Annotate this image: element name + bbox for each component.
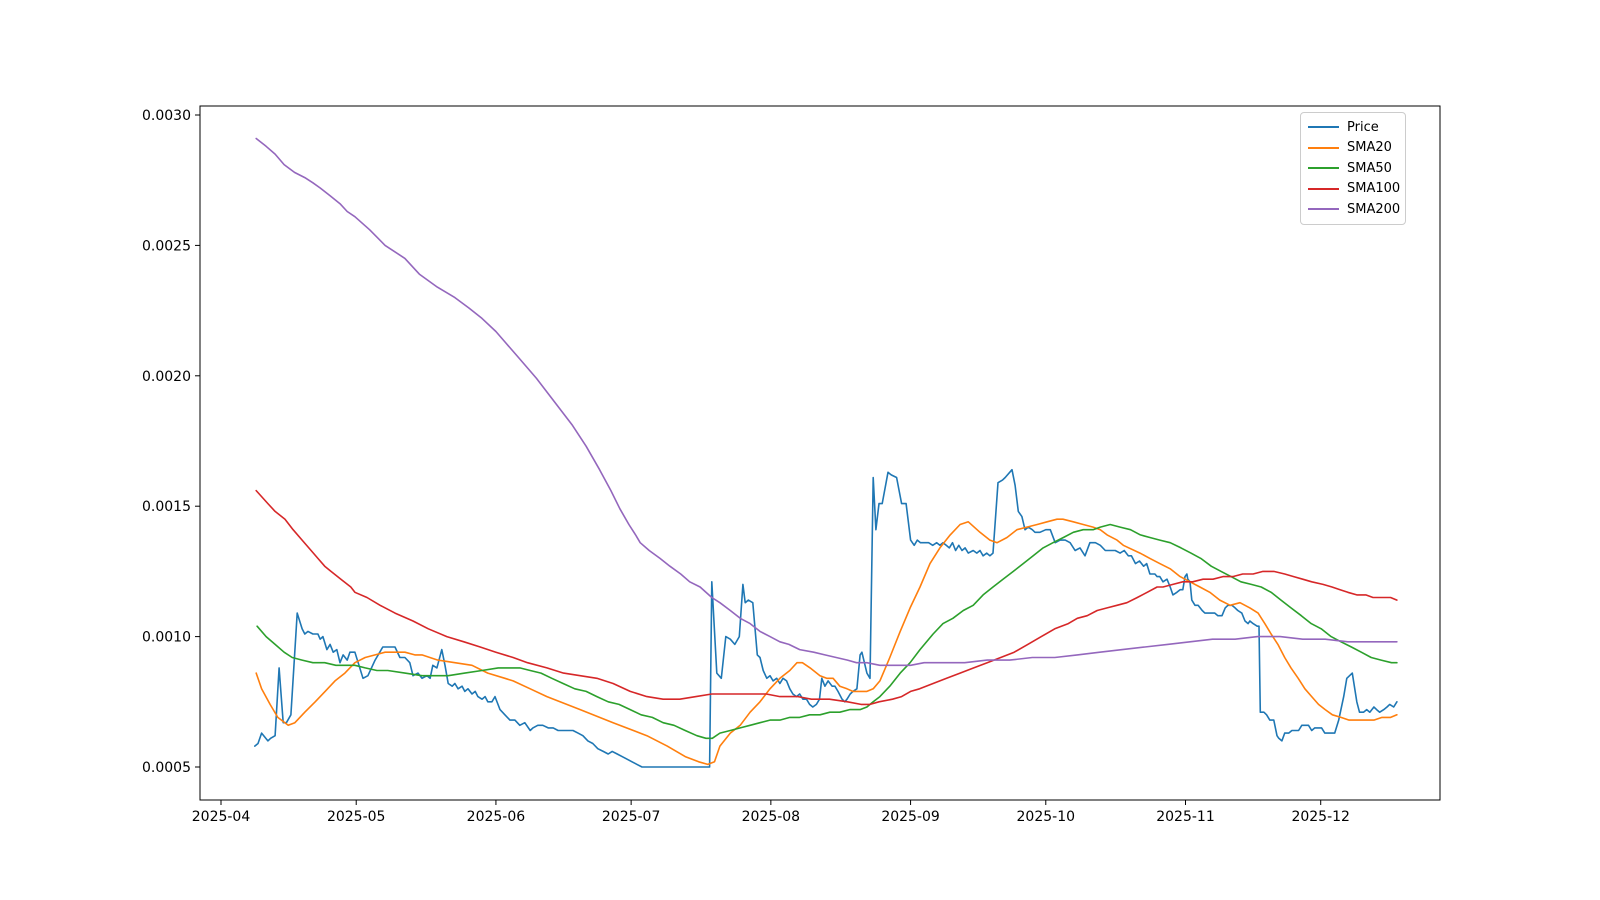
legend-item-label: SMA200 (1347, 201, 1401, 217)
x-tick-label: 2025-11 (1156, 809, 1215, 825)
legend: Price SMA20 SMA50 SMA100 SMA200 (1300, 112, 1406, 225)
y-tick-label: 0.0025 (142, 238, 191, 254)
legend-line-sample-sma100 (1308, 187, 1339, 190)
x-tick-label: 2025-08 (742, 809, 801, 825)
legend-item-sma200: SMA200 (1301, 199, 1405, 220)
x-tick-label: 2025-09 (881, 809, 940, 825)
series-line-sma100 (255, 489, 1398, 706)
x-tick-label: 2025-04 (192, 809, 251, 825)
y-tick-label: 0.0005 (142, 760, 191, 776)
series-line-sma50 (256, 523, 1398, 740)
legend-item-label: SMA100 (1347, 181, 1401, 197)
figure: 2025-04 2025-05 2025-06 2025-07 2025-08 2025-… (0, 0, 1600, 900)
legend-item-sma50: SMA50 (1301, 158, 1405, 179)
y-tick-label: 0.0010 (142, 630, 191, 646)
y-tick-label: 0.0030 (142, 108, 191, 124)
legend-line-sample-sma50 (1308, 167, 1339, 170)
legend-line-sample-sma200 (1308, 208, 1339, 211)
series-line-sma200 (255, 137, 1398, 667)
legend-line-sample-price (1308, 126, 1339, 129)
legend-item-label: Price (1347, 119, 1379, 135)
series-line-price (254, 468, 1398, 768)
series-line-sma20 (255, 518, 1398, 766)
legend-item-label: SMA50 (1347, 160, 1392, 176)
legend-item-sma100: SMA100 (1301, 179, 1405, 200)
x-tick-label: 2025-05 (327, 809, 386, 825)
legend-item-label: SMA20 (1347, 140, 1392, 156)
legend-item-price: Price (1301, 117, 1405, 138)
y-tick-label: 0.0020 (142, 369, 191, 385)
y-tick-label: 0.0015 (142, 499, 191, 515)
x-tick-label: 2025-06 (467, 809, 526, 825)
x-tick-label: 2025-12 (1291, 809, 1350, 825)
x-tick-label: 2025-07 (602, 809, 661, 825)
legend-item-sma20: SMA20 (1301, 138, 1405, 159)
x-tick-label: 2025-10 (1017, 809, 1076, 825)
legend-line-sample-sma20 (1308, 146, 1339, 149)
